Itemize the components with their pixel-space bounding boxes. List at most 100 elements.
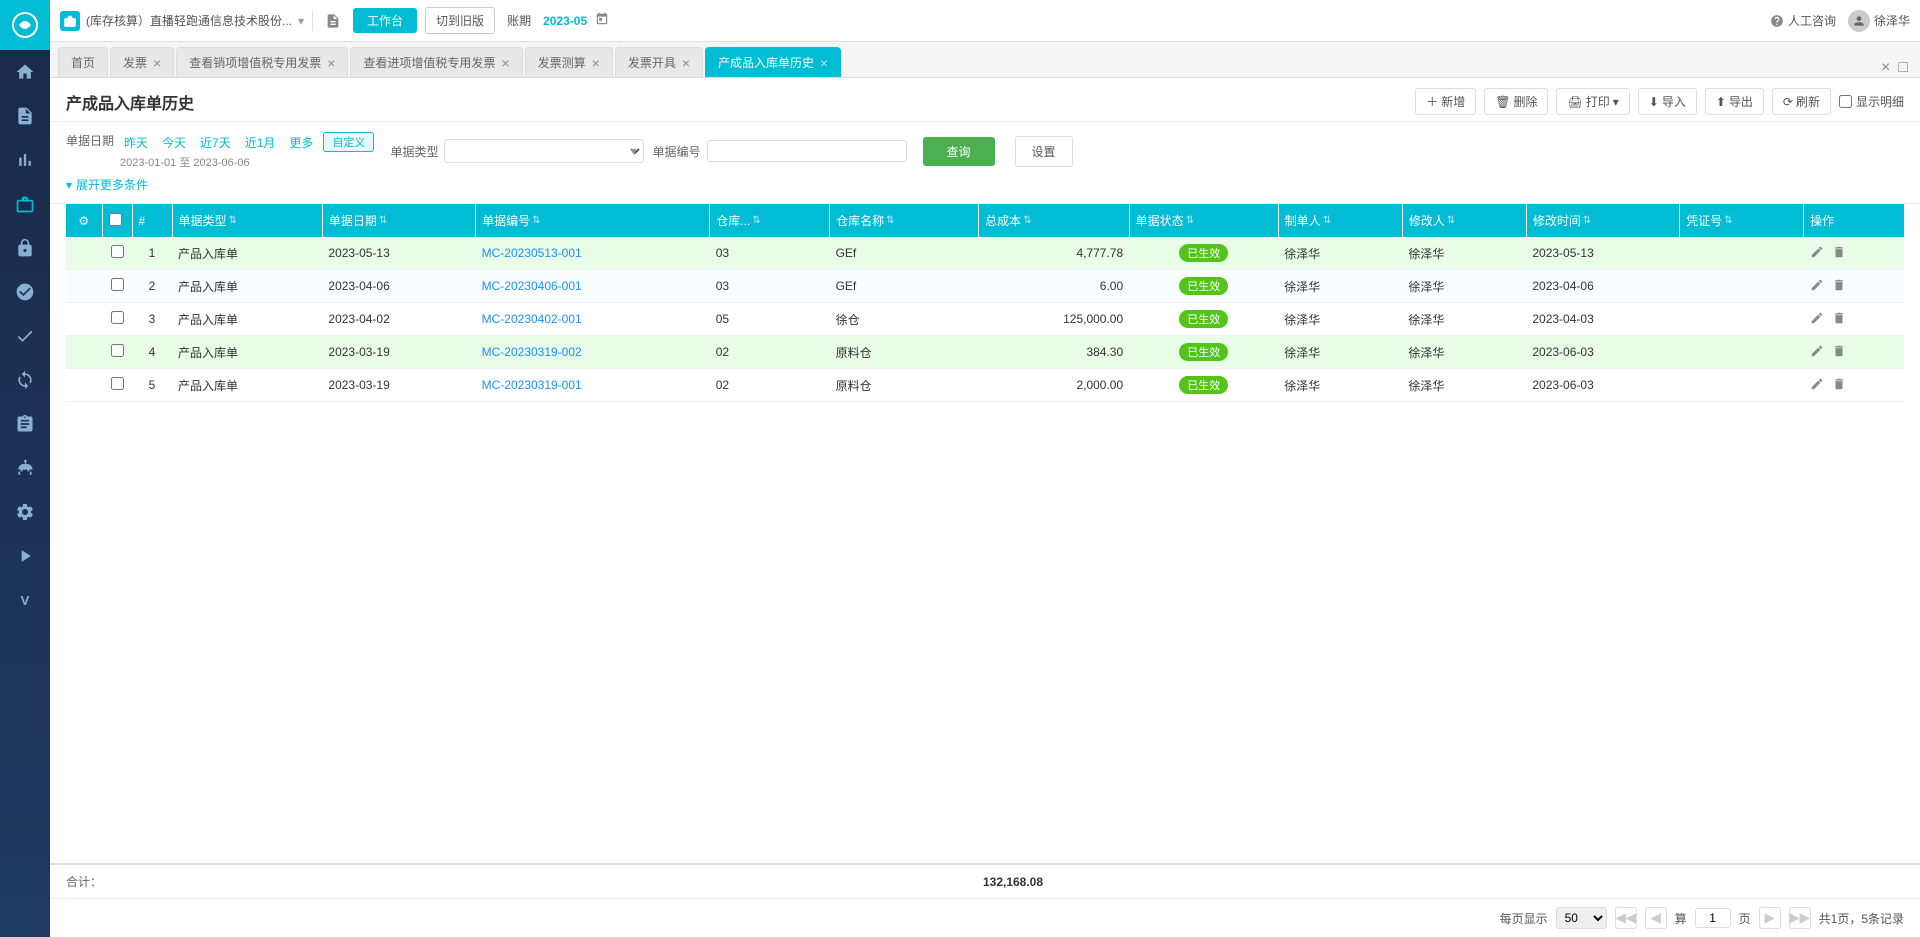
expand-filter-btn[interactable]: ▾ 展开更多条件 [66,176,1904,193]
sidebar-item-inventory[interactable] [0,182,50,226]
td-delete-btn-4[interactable] [1832,377,1846,394]
sidebar-item-doc[interactable] [0,94,50,138]
export-button[interactable]: ⬆ 导出 [1705,88,1764,115]
brand-chevron[interactable]: ▾ [298,14,304,28]
date-7days[interactable]: 近7天 [196,133,235,152]
tab-history[interactable]: 产成品入库单历史 × [705,47,841,77]
tab-invoice[interactable]: 发票 × [110,47,174,77]
th-type[interactable]: 单据类型⇅ [172,204,322,237]
sidebar-item-robot[interactable] [0,446,50,490]
row-checkbox-3[interactable] [111,344,124,357]
date-more[interactable]: 更多 [285,133,317,152]
last-page-button[interactable]: ▶▶ [1789,907,1811,929]
tab-history-close[interactable]: × [820,56,828,70]
reset-button[interactable]: 设置 [1015,136,1073,167]
th-modify-time[interactable]: 修改时间⇅ [1526,204,1679,237]
number-filter-label: 单据编号 [652,143,700,160]
tab-invoice-close[interactable]: × [153,56,161,70]
th-modifier[interactable]: 修改人⇅ [1402,204,1526,237]
worktable-button[interactable]: 工作台 [353,8,417,33]
tab-check-sales[interactable]: 查看销项增值税专用发票 × [176,47,348,77]
td-delete-btn-3[interactable] [1832,344,1846,361]
prev-page-button[interactable]: ◀ [1645,907,1667,929]
date-today[interactable]: 今天 [158,133,190,152]
th-voucher[interactable]: 凭证号⇅ [1680,204,1804,237]
td-num-3: 4 [132,336,172,369]
print-button[interactable]: 🖨 打印 ▾ [1556,88,1629,115]
sidebar-item-video[interactable] [0,534,50,578]
td-delete-btn-2[interactable] [1832,311,1846,328]
th-total-cost[interactable]: 总成本⇅ [979,204,1129,237]
page-header: 产成品入库单历史 ＋ 新增 🗑 删除 🖨 打印 ▾ ⬇ 导入 [50,78,1920,122]
td-edit-btn-0[interactable] [1810,245,1824,262]
row-checkbox-2[interactable] [111,311,124,324]
doc-icon[interactable] [321,9,345,33]
page-input[interactable] [1695,908,1731,928]
calendar-icon[interactable] [595,12,609,29]
td-number-link-3[interactable]: MC-20230319-002 [482,345,582,359]
sidebar-item-version[interactable]: V [0,578,50,622]
tab-window-max[interactable]: □ [1898,59,1908,77]
row-checkbox-0[interactable] [111,245,124,258]
td-delete-btn-1[interactable] [1832,278,1846,295]
select-all-checkbox[interactable] [109,213,122,226]
search-button[interactable]: 查询 [923,137,995,166]
td-number-link-0[interactable]: MC-20230513-001 [482,246,582,260]
tab-home[interactable]: 首页 [58,47,108,77]
tab-calc-close[interactable]: × [592,56,600,70]
tab-open[interactable]: 发票开具 × [615,47,703,77]
tab-check-sales-close[interactable]: × [327,56,335,70]
sidebar-item-approve[interactable] [0,314,50,358]
td-edit-btn-3[interactable] [1810,344,1824,361]
td-edit-btn-1[interactable] [1810,278,1824,295]
first-page-button[interactable]: ◀◀ [1615,907,1637,929]
th-number[interactable]: 单据编号⇅ [476,204,710,237]
td-edit-btn-2[interactable] [1810,311,1824,328]
sidebar-item-task[interactable] [0,402,50,446]
th-gear[interactable]: ⚙ [66,204,102,237]
sidebar-item-org[interactable] [0,270,50,314]
status-badge-3: 已生效 [1179,343,1228,361]
td-edit-btn-4[interactable] [1810,377,1824,394]
sidebar-item-settings[interactable] [0,490,50,534]
next-page-button[interactable]: ▶ [1759,907,1781,929]
tab-open-close[interactable]: × [682,56,690,70]
sidebar-item-workflow[interactable] [0,358,50,402]
td-number-link-1[interactable]: MC-20230406-001 [482,279,582,293]
th-warehouse-code[interactable]: 仓库...⇅ [710,204,830,237]
help-button[interactable]: 人工咨询 [1770,12,1836,29]
type-filter-select[interactable] [444,139,644,163]
td-number-link-4[interactable]: MC-20230319-001 [482,378,582,392]
td-modifier-2: 徐泽华 [1402,303,1526,336]
date-1month[interactable]: 近1月 [241,133,280,152]
td-delete-btn-0[interactable] [1832,245,1846,262]
row-checkbox-4[interactable] [111,377,124,390]
tab-check-purchase[interactable]: 查看进项增值税专用发票 × [350,47,522,77]
user-info[interactable]: 徐泽华 [1848,10,1910,32]
show-detail-checkbox-label[interactable]: 显示明细 [1839,93,1904,110]
number-filter-input[interactable] [707,140,907,162]
row-checkbox-1[interactable] [111,278,124,291]
td-voucher-2 [1680,303,1804,336]
date-yesterday[interactable]: 昨天 [120,133,152,152]
switch-button[interactable]: 切到旧版 [425,7,495,34]
sidebar-item-chart[interactable] [0,138,50,182]
tab-check-purchase-close[interactable]: × [501,56,509,70]
per-page-label: 每页显示 [1500,910,1548,927]
td-number-link-2[interactable]: MC-20230402-001 [482,312,582,326]
delete-button[interactable]: 🗑 删除 [1484,88,1548,115]
th-date[interactable]: 单据日期⇅ [322,204,475,237]
date-custom[interactable]: 自定义 [323,132,374,152]
th-warehouse-name[interactable]: 仓库名称⇅ [830,204,979,237]
th-creator[interactable]: 制单人⇅ [1278,204,1402,237]
sidebar-item-lock[interactable] [0,226,50,270]
tab-calc[interactable]: 发票测算 × [525,47,613,77]
per-page-select[interactable]: 20 50 100 [1556,907,1607,929]
import-button[interactable]: ⬇ 导入 [1638,88,1697,115]
show-detail-checkbox[interactable] [1839,95,1852,108]
refresh-button[interactable]: ⟳ 刷新 [1772,88,1831,115]
new-button[interactable]: ＋ 新增 [1415,88,1476,115]
sidebar-item-home[interactable] [0,50,50,94]
tab-window-close[interactable]: × [1881,59,1890,77]
th-status[interactable]: 单据状态⇅ [1129,204,1278,237]
